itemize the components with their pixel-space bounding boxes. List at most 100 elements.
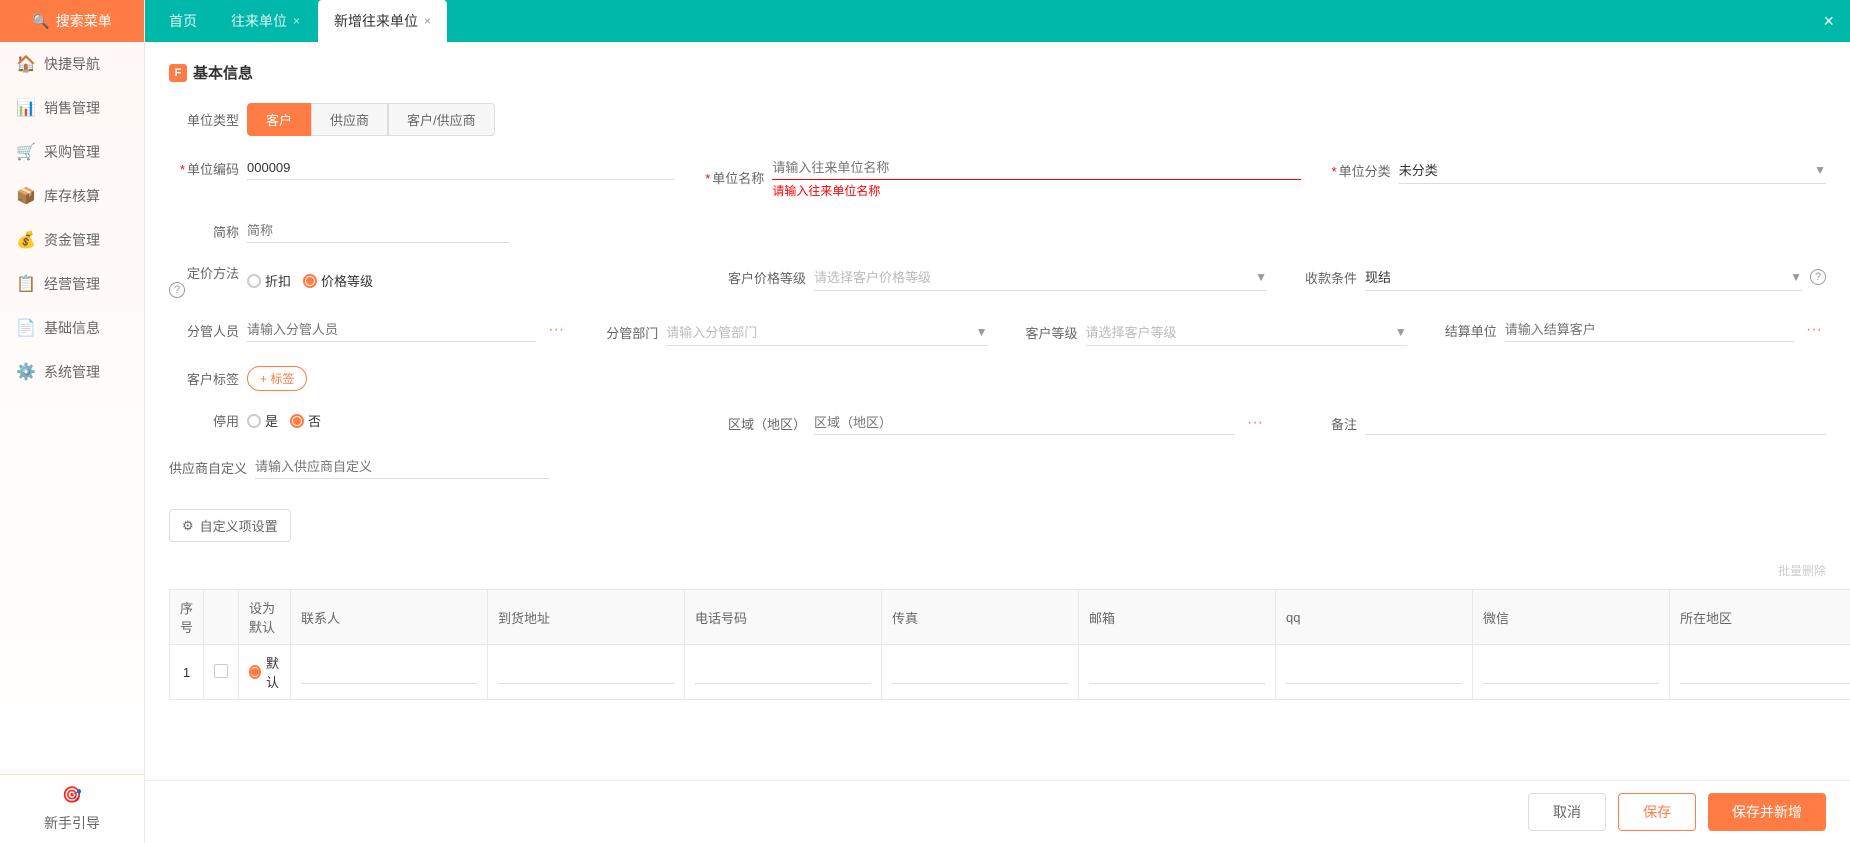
radio-no[interactable]: 否 [290, 411, 321, 430]
tabbar: 首页 往来单位 × 新增往来单位 × × [145, 0, 1850, 42]
wechat-input[interactable] [1483, 660, 1659, 684]
sidebar-item-quick-nav[interactable]: 🏠 快捷导航 [0, 42, 144, 86]
unit-name-field: *单位名称 请输入往来单位名称 [694, 156, 1300, 199]
table-header-row: 序号 设为默认 联系人 到货地址 电话号码 传真 邮箱 qq 微信 所在地区 操… [170, 590, 1850, 645]
custom-settings-button[interactable]: ⚙ 自定义项设置 [169, 509, 291, 542]
sidebar-item-inventory[interactable]: 📦 库存核算 [0, 174, 144, 218]
sidebar-item-guide[interactable]: 🎯 新手引导 [0, 774, 144, 843]
settlement-more-icon[interactable]: ··· [1802, 321, 1826, 339]
tab-new-partner-close[interactable]: × [424, 14, 431, 28]
radio-price-level[interactable]: 价格等级 [303, 271, 373, 290]
sidebar-item-purchase[interactable]: 🛒 采购管理 [0, 130, 144, 174]
manager-input[interactable] [247, 318, 536, 342]
radio-yes[interactable]: 是 [247, 411, 278, 430]
row-checkbox[interactable] [214, 664, 228, 678]
cell-address[interactable] [488, 645, 685, 700]
type-btn-supplier[interactable]: 供应商 [311, 103, 388, 136]
sidebar-search-label: 搜索菜单 [56, 11, 112, 31]
unit-type-buttons: 客户 供应商 客户/供应商 [247, 103, 495, 136]
contact-input[interactable] [301, 660, 477, 684]
cell-contact[interactable] [291, 645, 488, 700]
fax-input[interactable] [892, 660, 1068, 684]
money-icon: 💰 [16, 230, 36, 250]
batch-delete-button[interactable]: 批量删除 [1778, 562, 1826, 579]
region-table-input[interactable] [1680, 660, 1850, 684]
add-tag-button[interactable]: + 标签 [247, 366, 307, 391]
radio-price-level-circle [303, 274, 317, 288]
pricing-help-icon[interactable]: ? [169, 282, 185, 298]
address-input[interactable] [498, 660, 674, 684]
sidebar-item-operations[interactable]: 📋 经营管理 [0, 262, 144, 306]
department-select[interactable]: 请输入分管部门 ▼ [666, 318, 987, 346]
default-radio-circle [249, 665, 261, 679]
type-btn-customer[interactable]: 客户 [247, 103, 311, 136]
unit-name-input[interactable] [772, 156, 1300, 180]
short-name-input[interactable] [247, 219, 509, 243]
sidebar-label-purchase: 采购管理 [44, 142, 100, 162]
tab-partner-close[interactable]: × [293, 14, 300, 28]
cell-fax[interactable] [882, 645, 1079, 700]
unit-category-select[interactable]: 未分类 ▼ [1399, 156, 1826, 184]
sidebar: 🔍 搜索菜单 🏠 快捷导航 📊 销售管理 🛒 采购管理 📦 库存核算 💰 资金管… [0, 0, 145, 843]
remarks-input[interactable] [1365, 411, 1826, 435]
settlement-unit-input[interactable] [1505, 318, 1794, 342]
category-dropdown-arrow: ▼ [1814, 163, 1826, 177]
unit-category-label: *单位分类 [1321, 161, 1391, 180]
sidebar-item-system[interactable]: ⚙️ 系统管理 [0, 350, 144, 394]
sidebar-search-bar[interactable]: 🔍 搜索菜单 [0, 0, 144, 42]
target-icon: 🎯 [62, 785, 82, 805]
payment-help-icon[interactable]: ? [1810, 269, 1826, 285]
save-and-new-button[interactable]: 保存并新增 [1708, 793, 1826, 831]
manager-row: 分管人员 ··· 分管部门 请输入分管部门 ▼ 客户等级 请选择客户等级 ▼ 结… [169, 318, 1826, 346]
th-email: 邮箱 [1079, 590, 1276, 645]
save-button[interactable]: 保存 [1618, 793, 1696, 831]
sidebar-item-basic-info[interactable]: 📄 基础信息 [0, 306, 144, 350]
pricing-method-label: 定价方法 ? [169, 263, 239, 298]
payment-terms-select[interactable]: 现结 ▼ [1365, 263, 1802, 291]
unit-code-input[interactable] [247, 156, 674, 180]
customer-level-field: 客户等级 请选择客户等级 ▼ [1008, 318, 1407, 346]
default-radio[interactable]: 默认 [249, 653, 280, 691]
region-input[interactable] [814, 411, 1235, 435]
window-close-button[interactable]: × [1815, 11, 1842, 32]
cancel-button[interactable]: 取消 [1528, 793, 1606, 831]
qq-input[interactable] [1286, 660, 1462, 684]
th-fax: 传真 [882, 590, 1079, 645]
unit-code-field: *单位编码 [169, 156, 674, 180]
manager-more-icon[interactable]: ··· [544, 321, 568, 339]
sidebar-item-finance[interactable]: 💰 资金管理 [0, 218, 144, 262]
sidebar-label-basic-info: 基础信息 [44, 318, 100, 338]
customer-level-select[interactable]: 请选择客户等级 ▼ [1086, 318, 1407, 346]
phone-input[interactable] [695, 660, 871, 684]
clipboard-icon: 📋 [16, 274, 36, 294]
sidebar-item-sales[interactable]: 📊 销售管理 [0, 86, 144, 130]
cell-check[interactable] [204, 645, 239, 700]
pricing-method-field: 定价方法 ? 折扣 价格等级 [169, 263, 708, 298]
cell-email[interactable] [1079, 645, 1276, 700]
cell-region[interactable] [1670, 645, 1850, 700]
payment-terms-field: 收款条件 现结 ▼ ? [1287, 263, 1826, 291]
radio-dot [306, 277, 314, 285]
cell-phone[interactable] [685, 645, 882, 700]
disabled-field: 停用 是 否 [169, 411, 708, 430]
type-btn-both[interactable]: 客户/供应商 [388, 103, 495, 136]
customer-price-level-select[interactable]: 请选择客户价格等级 ▼ [814, 263, 1267, 291]
supplier-custom-field: 供应商自定义 [169, 455, 549, 479]
th-phone: 电话号码 [685, 590, 882, 645]
supplier-custom-input[interactable] [255, 455, 549, 479]
email-input[interactable] [1089, 660, 1265, 684]
cell-qq[interactable] [1276, 645, 1473, 700]
region-more-icon[interactable]: ··· [1243, 414, 1267, 432]
tab-home[interactable]: 首页 [153, 0, 213, 42]
radio-no-circle [290, 414, 304, 428]
contacts-table: 序号 设为默认 联系人 到货地址 电话号码 传真 邮箱 qq 微信 所在地区 操… [169, 589, 1850, 700]
unit-name-label: *单位名称 [694, 168, 764, 187]
remarks-label: 备注 [1287, 414, 1357, 433]
cell-wechat[interactable] [1473, 645, 1670, 700]
tab-partner[interactable]: 往来单位 × [215, 0, 316, 42]
radio-discount[interactable]: 折扣 [247, 271, 291, 290]
tab-new-partner[interactable]: 新增往来单位 × [318, 0, 447, 42]
payment-terms-label: 收款条件 [1287, 268, 1357, 287]
search-icon: 🔍 [32, 13, 49, 30]
customer-tag-field: 客户标签 + 标签 [169, 366, 1826, 391]
